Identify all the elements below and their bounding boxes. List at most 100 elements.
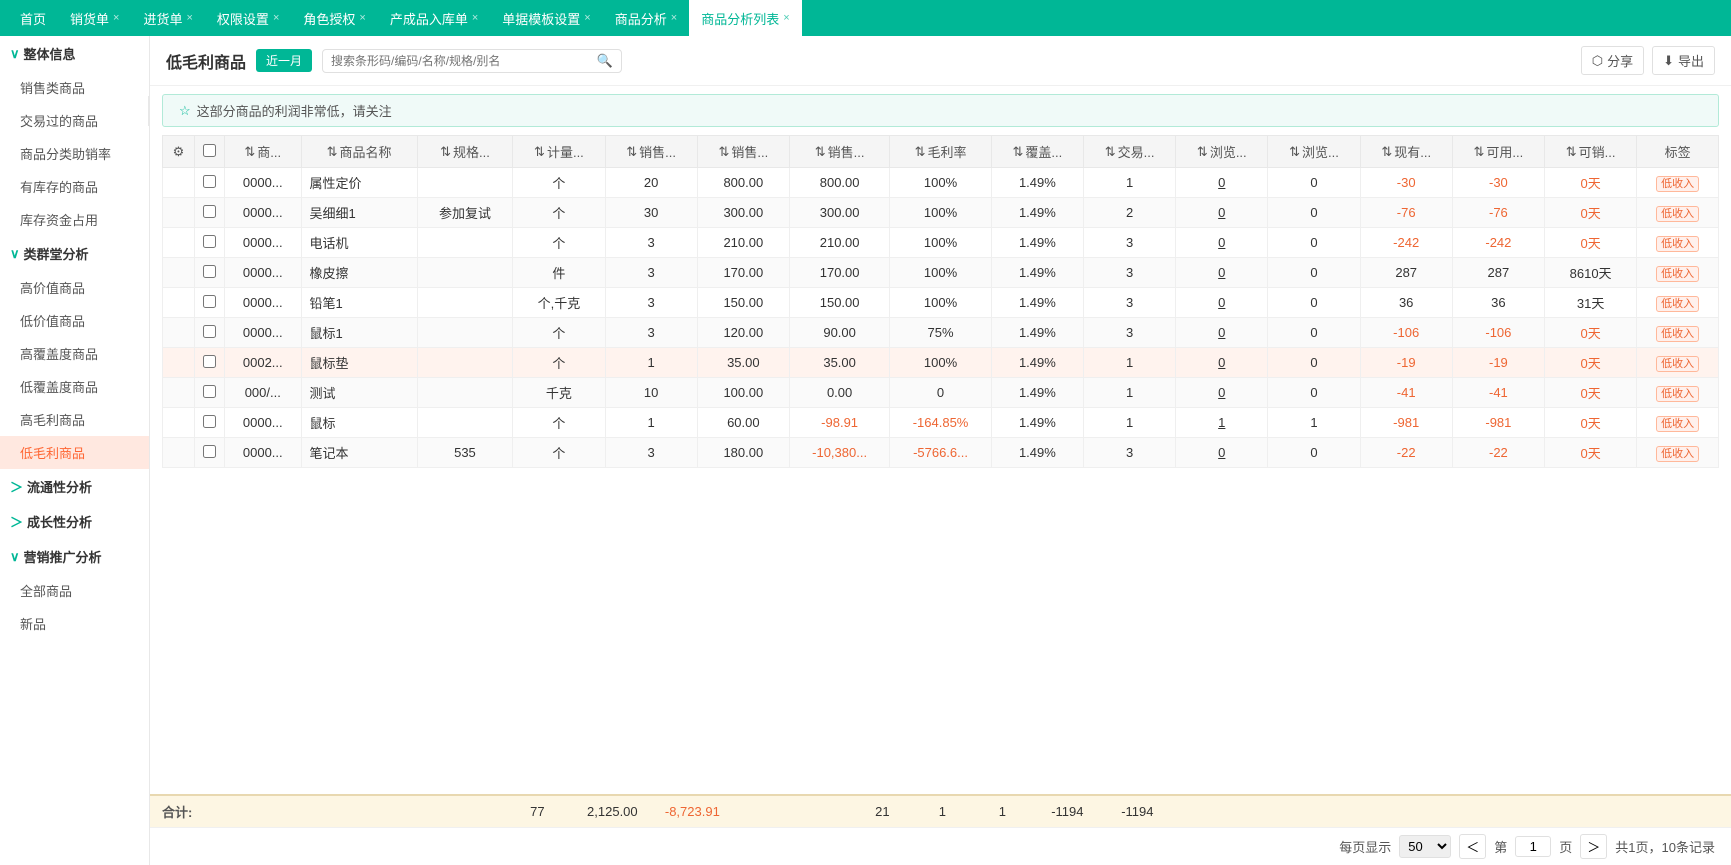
sidebar-item-stock-capital[interactable]: 库存资金占用: [0, 203, 149, 236]
row-settings[interactable]: [163, 378, 195, 408]
nav-role-auth[interactable]: 角色授权 ×: [291, 0, 377, 36]
row-checkbox[interactable]: [195, 438, 225, 468]
sidebar-item-sales-products[interactable]: 销售类商品: [0, 71, 149, 104]
col-transactions[interactable]: ⇅交易...: [1083, 136, 1175, 168]
prev-page-button[interactable]: ＜: [1459, 834, 1486, 859]
sidebar-item-low-value[interactable]: 低价值商品: [0, 304, 149, 337]
next-page-button[interactable]: ＞: [1580, 834, 1607, 859]
row-checkbox[interactable]: [195, 288, 225, 318]
row-views1[interactable]: 0: [1176, 438, 1268, 468]
nav-permissions[interactable]: 权限设置 ×: [205, 0, 291, 36]
row-checkbox[interactable]: [195, 198, 225, 228]
nav-product-analysis-list[interactable]: 商品分析列表 ×: [689, 0, 801, 36]
nav-template-settings[interactable]: 单据模板设置 ×: [490, 0, 602, 36]
sidebar-group-circulation[interactable]: ＞ 流通性分析: [0, 469, 149, 504]
row-settings[interactable]: [163, 288, 195, 318]
col-sales-qty[interactable]: ⇅销售...: [605, 136, 697, 168]
col-views1[interactable]: ⇅浏览...: [1176, 136, 1268, 168]
sidebar-group-cluster[interactable]: ∨ 类群堂分析: [0, 236, 149, 271]
row-checkbox[interactable]: [195, 228, 225, 258]
row-select-checkbox[interactable]: [203, 325, 216, 338]
page-number-input[interactable]: [1515, 836, 1551, 857]
row-settings[interactable]: [163, 228, 195, 258]
sidebar-item-traded-products[interactable]: 交易过的商品: [0, 104, 149, 137]
col-spec[interactable]: ⇅规格...: [417, 136, 513, 168]
row-views1[interactable]: 0: [1176, 318, 1268, 348]
sidebar-item-high-margin[interactable]: 高毛利商品: [0, 403, 149, 436]
row-settings[interactable]: [163, 348, 195, 378]
row-settings[interactable]: [163, 168, 195, 198]
row-views1[interactable]: 1: [1176, 408, 1268, 438]
row-checkbox[interactable]: [195, 258, 225, 288]
col-gross-margin[interactable]: ⇅毛利率: [890, 136, 991, 168]
row-views1[interactable]: 0: [1176, 288, 1268, 318]
row-settings[interactable]: [163, 258, 195, 288]
col-unit[interactable]: ⇅计量...: [513, 136, 605, 168]
row-views1[interactable]: 0: [1176, 198, 1268, 228]
row-select-checkbox[interactable]: [203, 415, 216, 428]
col-tag[interactable]: 标签: [1637, 136, 1719, 168]
row-checkbox[interactable]: [195, 318, 225, 348]
row-views1[interactable]: 0: [1176, 378, 1268, 408]
row-select-checkbox[interactable]: [203, 295, 216, 308]
col-views2[interactable]: ⇅浏览...: [1268, 136, 1360, 168]
close-icon[interactable]: ×: [186, 12, 192, 24]
nav-product-analysis[interactable]: 商品分析 ×: [603, 0, 689, 36]
sidebar-item-category-sales-rate[interactable]: 商品分类助销率: [0, 137, 149, 170]
sidebar-item-low-coverage[interactable]: 低覆盖度商品: [0, 370, 149, 403]
row-views1[interactable]: 0: [1176, 258, 1268, 288]
row-views1[interactable]: 0: [1176, 168, 1268, 198]
sidebar-group-overall[interactable]: ∨ 整体信息: [0, 36, 149, 71]
close-icon[interactable]: ×: [359, 12, 365, 24]
sidebar-group-marketing[interactable]: ∨ 营销推广分析: [0, 539, 149, 574]
row-select-checkbox[interactable]: [203, 205, 216, 218]
nav-home[interactable]: 首页: [8, 0, 58, 36]
col-product-name[interactable]: ⇅商品名称: [301, 136, 417, 168]
row-settings[interactable]: [163, 438, 195, 468]
row-settings[interactable]: [163, 198, 195, 228]
row-settings[interactable]: [163, 318, 195, 348]
col-settings[interactable]: ⚙: [163, 136, 195, 168]
export-button[interactable]: ⬇ 导出: [1652, 46, 1715, 75]
share-button[interactable]: ⬡ 分享: [1581, 46, 1644, 75]
nav-product-inbound[interactable]: 产成品入库单 ×: [378, 0, 490, 36]
close-icon[interactable]: ×: [472, 12, 478, 24]
col-product-code[interactable]: ⇅商...: [225, 136, 302, 168]
close-icon[interactable]: ×: [671, 12, 677, 24]
sidebar-item-low-margin[interactable]: 低毛利商品: [0, 436, 149, 469]
col-available[interactable]: ⇅可用...: [1452, 136, 1544, 168]
col-sales-profit[interactable]: ⇅销售...: [789, 136, 889, 168]
nav-purchase-order[interactable]: 进货单 ×: [131, 0, 204, 36]
row-select-checkbox[interactable]: [203, 235, 216, 248]
close-icon[interactable]: ×: [273, 12, 279, 24]
row-checkbox[interactable]: [195, 168, 225, 198]
time-filter-button[interactable]: 近一月: [256, 49, 312, 72]
row-select-checkbox[interactable]: [203, 445, 216, 458]
sidebar-item-stocked-products[interactable]: 有库存的商品: [0, 170, 149, 203]
row-checkbox[interactable]: [195, 348, 225, 378]
col-coverage[interactable]: ⇅覆盖...: [991, 136, 1083, 168]
col-current-stock[interactable]: ⇅现有...: [1360, 136, 1452, 168]
sidebar-item-new-products[interactable]: 新品: [0, 607, 149, 640]
close-icon[interactable]: ×: [113, 12, 119, 24]
sidebar-group-growth[interactable]: ＞ 成长性分析: [0, 504, 149, 539]
row-select-checkbox[interactable]: [203, 265, 216, 278]
close-icon[interactable]: ×: [783, 12, 789, 24]
row-checkbox[interactable]: [195, 378, 225, 408]
search-input[interactable]: [331, 54, 597, 68]
row-settings[interactable]: [163, 408, 195, 438]
sidebar-collapse-button[interactable]: «: [148, 96, 150, 126]
col-sellable[interactable]: ⇅可销...: [1545, 136, 1637, 168]
close-icon[interactable]: ×: [584, 12, 590, 24]
col-sales-price[interactable]: ⇅销售...: [697, 136, 789, 168]
search-icon[interactable]: 🔍: [597, 53, 613, 69]
page-size-select[interactable]: 50 10 20 100: [1399, 835, 1451, 858]
settings-icon[interactable]: ⚙: [173, 144, 185, 160]
row-checkbox[interactable]: [195, 408, 225, 438]
sidebar-item-high-coverage[interactable]: 高覆盖度商品: [0, 337, 149, 370]
sidebar-item-high-value[interactable]: 高价值商品: [0, 271, 149, 304]
row-views1[interactable]: 0: [1176, 348, 1268, 378]
sidebar-item-all-products[interactable]: 全部商品: [0, 574, 149, 607]
select-all-checkbox[interactable]: [203, 144, 216, 157]
row-select-checkbox[interactable]: [203, 175, 216, 188]
